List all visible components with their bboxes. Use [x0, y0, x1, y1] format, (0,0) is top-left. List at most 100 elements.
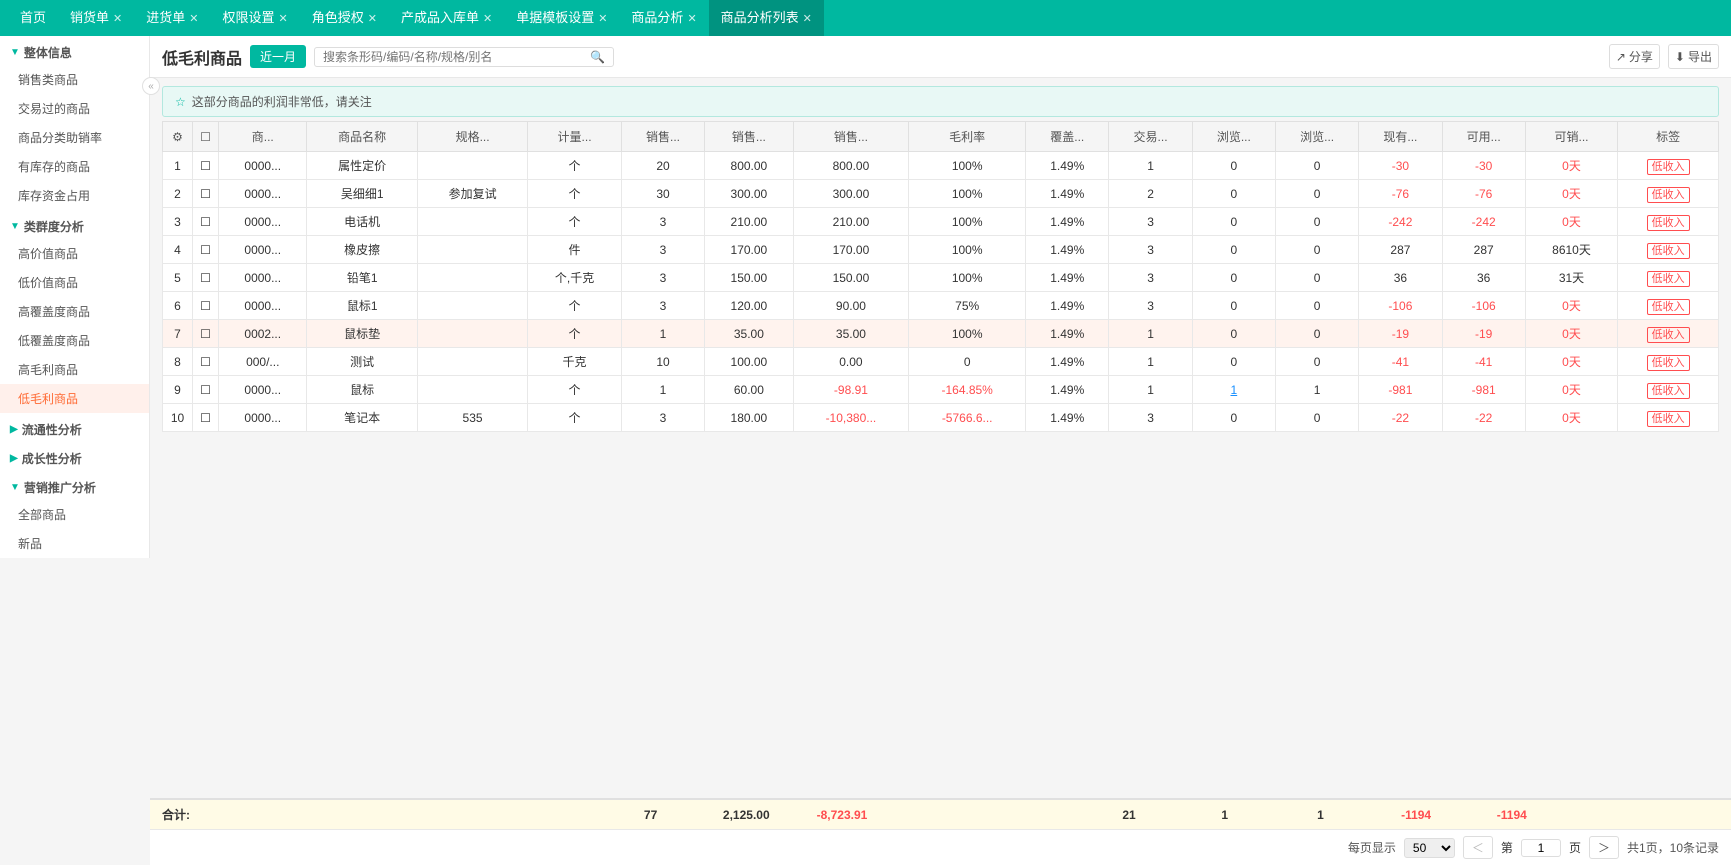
cell-trade: 3 — [1109, 292, 1192, 320]
sidebar-item-traded-goods[interactable]: 交易过的商品 — [0, 94, 149, 123]
sidebar-group-overview[interactable]: ▼ 整体信息 — [0, 36, 149, 65]
share-button[interactable]: ↗ 分享 — [1609, 44, 1660, 69]
sidebar-group-cluster[interactable]: ▼ 类群度分析 — [0, 210, 149, 239]
nav-product-entry[interactable]: 产成品入库单✕ — [389, 0, 504, 36]
cell-spec — [417, 348, 527, 376]
cell-stock1: -19 — [1359, 320, 1442, 348]
th-code: 商... — [219, 122, 307, 152]
cell-spec — [417, 292, 527, 320]
cell-unit: 千克 — [528, 348, 622, 376]
th-checkbox[interactable]: ☐ — [193, 122, 219, 152]
cell-browse2: 0 — [1275, 292, 1358, 320]
cell-checkbox[interactable]: ☐ — [193, 376, 219, 404]
cell-unit: 个 — [528, 292, 622, 320]
cell-checkbox[interactable]: ☐ — [193, 292, 219, 320]
sidebar-item-low-value[interactable]: 低价值商品 — [0, 268, 149, 297]
page-number-input[interactable] — [1521, 839, 1561, 857]
cell-name: 铅笔1 — [307, 264, 417, 292]
close-list-icon[interactable]: ✕ — [803, 13, 812, 25]
cell-stock3: 0天 — [1525, 152, 1617, 180]
th-tag: 标签 — [1618, 122, 1719, 152]
sidebar-item-high-value[interactable]: 高价值商品 — [0, 239, 149, 268]
close-template-icon[interactable]: ✕ — [598, 13, 607, 25]
cell-sale2: 180.00 — [705, 404, 793, 432]
close-role-icon[interactable]: ✕ — [368, 13, 377, 25]
close-permissions-icon[interactable]: ✕ — [279, 13, 288, 25]
close-purchase-icon[interactable]: ✕ — [189, 13, 198, 25]
th-settings[interactable]: ⚙ — [163, 122, 193, 152]
cell-code: 0000... — [219, 236, 307, 264]
cell-sale1: 3 — [621, 404, 704, 432]
content-area: 低毛利商品 近一月 🔍 ↗ 分享 ⬇ 导出 ☆ 这部分商品的利润非常低，请关注 — [150, 36, 1731, 865]
cell-name: 鼠标 — [307, 376, 417, 404]
cell-checkbox[interactable]: ☐ — [193, 348, 219, 376]
cell-unit: 个,千克 — [528, 264, 622, 292]
sidebar-item-all-goods[interactable]: 全部商品 — [0, 500, 149, 529]
table-footer: 合计: 77 2,125.00 -8,723.91 21 1 1 -1194 -… — [150, 798, 1731, 829]
export-button[interactable]: ⬇ 导出 — [1668, 44, 1719, 69]
sidebar-item-capital[interactable]: 库存资金占用 — [0, 181, 149, 210]
cell-code: 0002... — [219, 320, 307, 348]
sidebar-item-stock-goods[interactable]: 有库存的商品 — [0, 152, 149, 181]
cell-tag: 低收入 — [1618, 180, 1719, 208]
next-page-button[interactable]: ＞ — [1589, 836, 1619, 859]
cell-gross: 100% — [909, 264, 1026, 292]
nav-role-auth[interactable]: 角色授权✕ — [300, 0, 389, 36]
cell-sale2: 60.00 — [705, 376, 793, 404]
table-container[interactable]: ⚙ ☐ 商... 商品名称 规格... 计量... 销售... 销售... 销售… — [150, 121, 1731, 798]
th-spec: 规格... — [417, 122, 527, 152]
sidebar: ▼ 整体信息 销售类商品 交易过的商品 商品分类助销率 有库存的商品 库存资金占… — [0, 36, 150, 558]
cell-trade: 3 — [1109, 264, 1192, 292]
cell-unit: 个 — [528, 320, 622, 348]
cell-coverage: 1.49% — [1026, 404, 1109, 432]
nav-analysis-list[interactable]: 商品分析列表✕ — [709, 0, 824, 36]
cell-spec — [417, 264, 527, 292]
table-row: 9☐0000...鼠标个160.00-98.91-164.85%1.49%111… — [163, 376, 1719, 404]
cell-browse2: 0 — [1275, 348, 1358, 376]
cell-browse1: 0 — [1192, 292, 1275, 320]
sidebar-item-new-goods[interactable]: 新品 — [0, 529, 149, 558]
cell-checkbox[interactable]: ☐ — [193, 208, 219, 236]
cell-coverage: 1.49% — [1026, 208, 1109, 236]
nav-sales[interactable]: 销货单✕ — [58, 0, 134, 36]
sidebar-group-growth[interactable]: ▶ 成长性分析 — [0, 442, 149, 471]
prev-page-button[interactable]: ＜ — [1463, 836, 1493, 859]
table-row: 2☐0000...吴细细1参加复试个30300.00300.00100%1.49… — [163, 180, 1719, 208]
cell-name: 鼠标垫 — [307, 320, 417, 348]
cell-sale3: 170.00 — [793, 236, 909, 264]
cell-browse1: 0 — [1192, 152, 1275, 180]
cell-checkbox[interactable]: ☐ — [193, 404, 219, 432]
nav-purchase[interactable]: 进货单✕ — [134, 0, 210, 36]
close-analysis-icon[interactable]: ✕ — [687, 13, 696, 25]
cell-tag: 低收入 — [1618, 348, 1719, 376]
sidebar-item-category-rate[interactable]: 商品分类助销率 — [0, 123, 149, 152]
sidebar-item-high-gross[interactable]: 高毛利商品 — [0, 355, 149, 384]
footer-sale1: 77 — [603, 808, 699, 822]
cell-browse2: 0 — [1275, 180, 1358, 208]
cell-checkbox[interactable]: ☐ — [193, 320, 219, 348]
cell-checkbox[interactable]: ☐ — [193, 264, 219, 292]
nav-home[interactable]: 首页 — [8, 0, 58, 36]
cell-checkbox[interactable]: ☐ — [193, 236, 219, 264]
sidebar-item-low-gross[interactable]: 低毛利商品 — [0, 384, 149, 413]
cell-browse1: 0 — [1192, 236, 1275, 264]
nav-template[interactable]: 单据模板设置✕ — [504, 0, 619, 36]
sidebar-group-flow[interactable]: ▶ 流通性分析 — [0, 413, 149, 442]
search-input[interactable] — [323, 50, 590, 64]
table-row: 1☐0000...属性定价个20800.00800.00100%1.49%100… — [163, 152, 1719, 180]
sidebar-collapse-button[interactable]: « — [142, 77, 160, 95]
sidebar-item-high-coverage[interactable]: 高覆盖度商品 — [0, 297, 149, 326]
per-page-select[interactable]: 50 100 200 — [1404, 838, 1455, 858]
sidebar-item-sales-goods[interactable]: 销售类商品 — [0, 65, 149, 94]
nav-permissions[interactable]: 权限设置✕ — [210, 0, 299, 36]
time-filter-button[interactable]: 近一月 — [250, 45, 306, 68]
close-sales-icon[interactable]: ✕ — [113, 13, 122, 25]
cell-stock1: 36 — [1359, 264, 1442, 292]
close-product-icon[interactable]: ✕ — [483, 13, 492, 25]
cell-checkbox[interactable]: ☐ — [193, 152, 219, 180]
cell-checkbox[interactable]: ☐ — [193, 180, 219, 208]
sidebar-item-low-coverage[interactable]: 低覆盖度商品 — [0, 326, 149, 355]
sidebar-group-marketing[interactable]: ▼ 营销推广分析 — [0, 471, 149, 500]
nav-product-analysis[interactable]: 商品分析✕ — [619, 0, 708, 36]
arrow-cluster-icon: ▼ — [10, 221, 20, 232]
